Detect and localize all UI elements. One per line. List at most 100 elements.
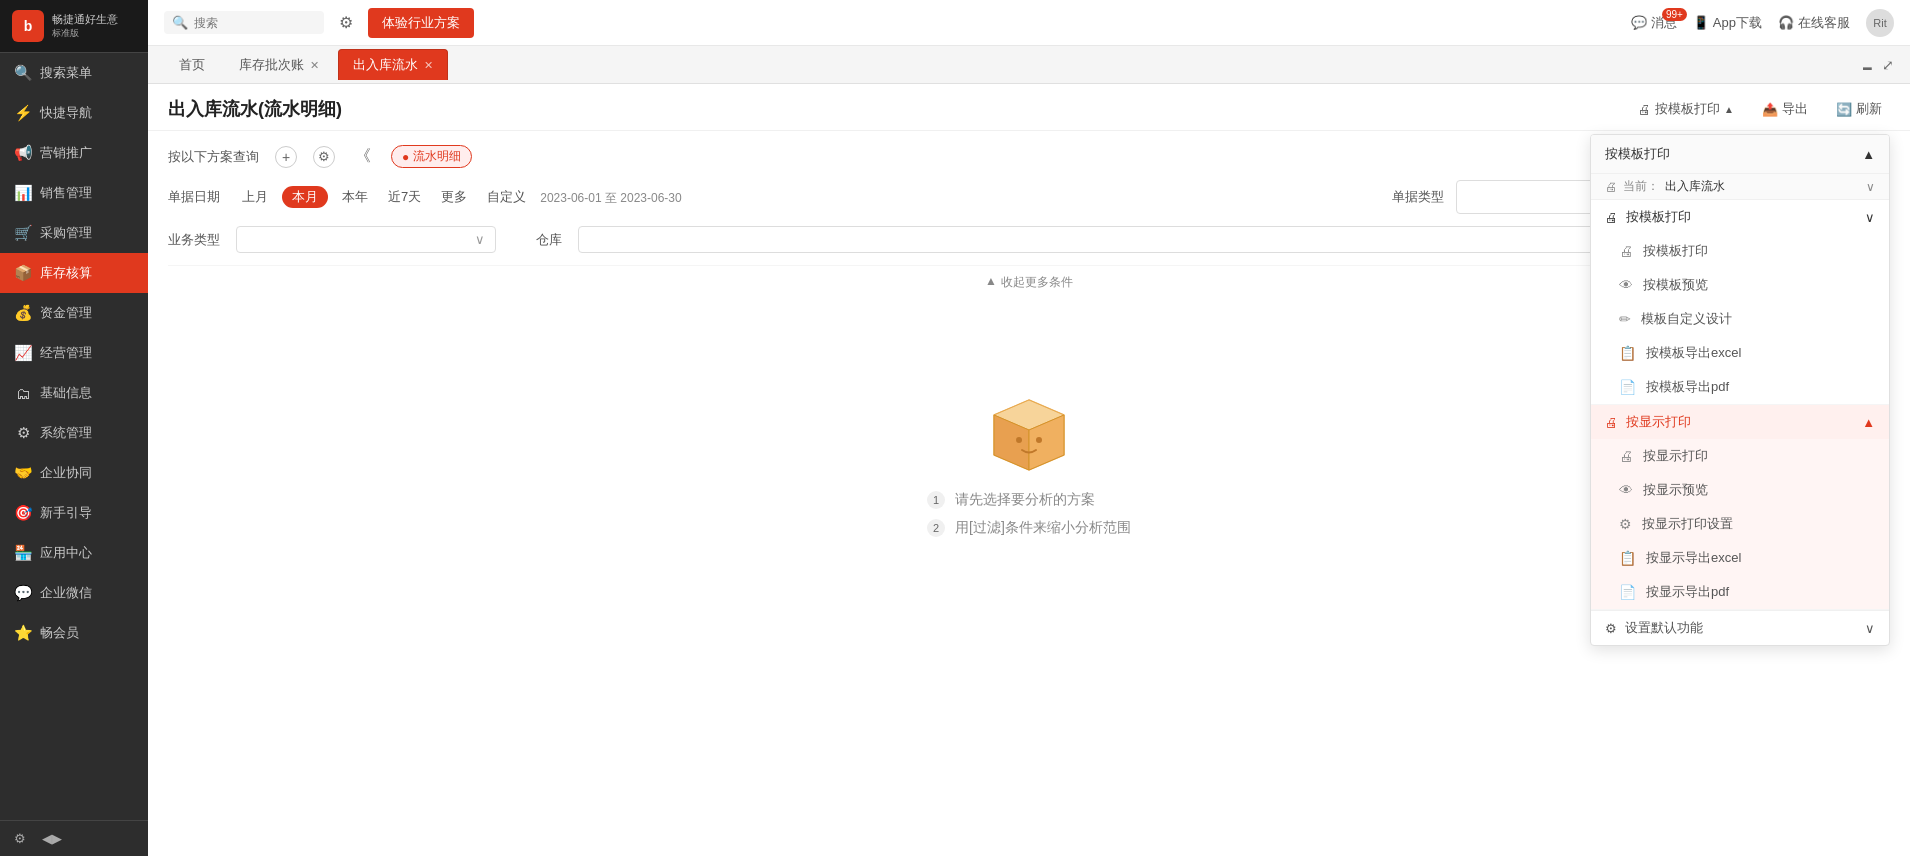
sidebar-item-guide[interactable]: 🎯 新手引导 — [0, 493, 148, 533]
dropdown-collapse-icon[interactable]: ▲ — [1862, 147, 1875, 162]
date-custom[interactable]: 自定义 — [481, 186, 532, 208]
header-gear-btn[interactable]: ⚙ — [332, 9, 360, 37]
dp-template-excel[interactable]: 📋 按模板导出excel — [1591, 336, 1889, 370]
page-actions: 🖨 按模板打印 ▲ 📤 导出 🔄 刷新 — [1630, 96, 1890, 122]
filter-tag[interactable]: ● 流水明细 — [391, 145, 472, 168]
message-icon: 💬 — [1631, 15, 1647, 30]
sidebar-item-appstore[interactable]: 🏪 应用中心 — [0, 533, 148, 573]
business-type-select[interactable]: ∨ — [236, 226, 496, 253]
sidebar-item-marketing[interactable]: 📢 营销推广 — [0, 133, 148, 173]
dp-template-print[interactable]: 🖨 按模板打印 — [1591, 234, 1889, 268]
search-icon: 🔍 — [172, 15, 188, 30]
sidebar-item-operations[interactable]: 📈 经营管理 — [0, 333, 148, 373]
header-search-box[interactable]: 🔍 — [164, 11, 324, 34]
customize-icon: ✏ — [1619, 311, 1631, 327]
warehouse-label: 仓库 — [536, 231, 562, 249]
sidebar-item-wechat[interactable]: 💬 企业微信 — [0, 573, 148, 613]
display-print-section-header[interactable]: 🖨 按显示打印 ▲ — [1591, 405, 1889, 439]
sidebar-collapse-btn[interactable]: ◀▶ — [42, 831, 62, 846]
display-print-section-icon: 🖨 — [1605, 415, 1618, 430]
date-last7[interactable]: 近7天 — [382, 186, 427, 208]
sidebar-item-finance[interactable]: 💰 资金管理 — [0, 293, 148, 333]
message-btn[interactable]: 💬 消息 99+ — [1631, 14, 1677, 32]
date-last-month[interactable]: 上月 — [236, 186, 274, 208]
step-1-num: 1 — [927, 491, 945, 509]
header-right: 💬 消息 99+ 📱 App下载 🎧 在线客服 Rit — [1631, 9, 1894, 37]
refresh-btn[interactable]: 🔄 刷新 — [1828, 96, 1890, 122]
dp-template-preview[interactable]: 👁 按模板预览 — [1591, 268, 1889, 302]
sidebar-settings-btn[interactable]: ⚙ — [14, 831, 26, 846]
display-print-section: 🖨 按显示打印 ▲ 🖨 按显示打印 👁 按显示预览 ⚙ 按显示打印设置 — [1591, 405, 1889, 610]
refresh-icon: 🔄 — [1836, 102, 1852, 117]
tab-bar-right: 🗕 ⤢ — [1860, 57, 1894, 73]
page-title: 出入库流水(流水明细) — [168, 97, 342, 121]
current-text: 当前： — [1623, 178, 1659, 195]
dp-display-print-settings[interactable]: ⚙ 按显示打印设置 — [1591, 507, 1889, 541]
guide-icon: 🎯 — [14, 504, 32, 522]
inventory-icon: 📦 — [14, 264, 32, 282]
top-header: 🔍 ⚙ 体验行业方案 💬 消息 99+ 📱 App下载 🎧 在线客服 — [148, 0, 1910, 46]
dp-template-pdf[interactable]: 📄 按模板导出pdf — [1591, 370, 1889, 404]
sidebar-item-shortcuts[interactable]: ⚡ 快捷导航 — [0, 93, 148, 133]
message-badge: 99+ — [1662, 8, 1687, 21]
sidebar-item-inventory[interactable]: 📦 库存核算 — [0, 253, 148, 293]
empty-steps: 1 请先选择要分析的方案 2 用[过滤]条件来缩小分析范围 — [927, 485, 1131, 541]
app-download-btn[interactable]: 📱 App下载 — [1693, 14, 1762, 32]
date-label: 单据日期 — [168, 188, 220, 206]
sidebar-item-basic[interactable]: 🗂 基础信息 — [0, 373, 148, 413]
sidebar-item-system[interactable]: ⚙ 系统管理 — [0, 413, 148, 453]
online-service-btn[interactable]: 🎧 在线客服 — [1778, 14, 1850, 32]
tab-batch[interactable]: 库存批次账 ✕ — [224, 49, 334, 80]
filter-collapse-left-btn[interactable]: 《 — [351, 146, 375, 167]
date-this-month[interactable]: 本月 — [282, 186, 328, 208]
date-options: 上月 本月 本年 近7天 更多 自定义 2023-06-01 至 2023-06… — [236, 186, 682, 208]
header-search-input[interactable] — [194, 16, 294, 30]
template-print-section-icon: 🖨 — [1605, 210, 1618, 225]
app-logo: b 畅捷通好生意 标准版 — [0, 0, 148, 53]
dp-display-excel[interactable]: 📋 按显示导出excel — [1591, 541, 1889, 575]
dp-display-print[interactable]: 🖨 按显示打印 — [1591, 439, 1889, 473]
dropdown-panel: 按模板打印 ▲ 🖨 当前： 出入库流水 ∨ 🖨 按模板打印 ∨ — [1590, 134, 1890, 646]
dropdown-footer[interactable]: ⚙ 设置默认功能 ∨ — [1591, 610, 1889, 645]
chevron-up-icon: ▲ — [1724, 104, 1734, 115]
date-this-year[interactable]: 本年 — [336, 186, 374, 208]
dp-display-pdf[interactable]: 📄 按显示导出pdf — [1591, 575, 1889, 609]
tab-batch-close[interactable]: ✕ — [310, 59, 319, 72]
collapse-up-icon: ▲ — [985, 274, 997, 291]
sidebar-item-member[interactable]: ⭐ 畅会员 — [0, 613, 148, 653]
tab-minimize-btn[interactable]: 🗕 — [1860, 57, 1874, 73]
dp-template-customize[interactable]: ✏ 模板自定义设计 — [1591, 302, 1889, 336]
dp-settings-icon: ⚙ — [1619, 516, 1632, 532]
member-icon: ⭐ — [14, 624, 32, 642]
template-print-section: 🖨 按模板打印 ∨ 🖨 按模板打印 👁 按模板预览 ✏ 模板自定义设计 — [1591, 200, 1889, 405]
export-icon: 📤 — [1762, 102, 1778, 117]
tab-home[interactable]: 首页 — [164, 49, 220, 80]
tab-flowdetail-close[interactable]: ✕ — [424, 59, 433, 72]
filter-add-btn[interactable]: + — [275, 146, 297, 168]
date-more[interactable]: 更多 — [435, 186, 473, 208]
template-print-section-header[interactable]: 🖨 按模板打印 ∨ — [1591, 200, 1889, 234]
sidebar-item-search[interactable]: 🔍 搜索菜单 — [0, 53, 148, 93]
dp-preview-icon: 👁 — [1619, 482, 1633, 498]
sidebar-item-sales[interactable]: 📊 销售管理 — [0, 173, 148, 213]
sidebar-item-purchase[interactable]: 🛒 采购管理 — [0, 213, 148, 253]
export-btn[interactable]: 📤 导出 — [1754, 96, 1816, 122]
finance-icon: 💰 — [14, 304, 32, 322]
tab-flowdetail[interactable]: 出入库流水 ✕ — [338, 49, 448, 80]
sidebar-item-cooperation[interactable]: 🤝 企业协同 — [0, 453, 148, 493]
filter-settings-btn[interactable]: ⚙ — [313, 146, 335, 168]
footer-settings-icon: ⚙ — [1605, 621, 1617, 636]
doc-type-label: 单据类型 — [1392, 188, 1444, 206]
user-avatar-btn[interactable]: Rit — [1866, 9, 1894, 37]
tab-maximize-btn[interactable]: ⤢ — [1882, 57, 1894, 73]
search-icon: 🔍 — [14, 64, 32, 82]
template-print-btn[interactable]: 🖨 按模板打印 ▲ — [1630, 96, 1742, 122]
current-icon: 🖨 — [1605, 180, 1617, 194]
pdf-icon: 📄 — [1619, 379, 1636, 395]
dp-display-preview[interactable]: 👁 按显示预览 — [1591, 473, 1889, 507]
lightning-icon: ⚡ — [14, 104, 32, 122]
template-section-arrow: ∨ — [1865, 210, 1875, 225]
main-area: 🔍 ⚙ 体验行业方案 💬 消息 99+ 📱 App下载 🎧 在线客服 — [148, 0, 1910, 856]
industry-btn[interactable]: 体验行业方案 — [368, 8, 474, 38]
tab-bar: 首页 库存批次账 ✕ 出入库流水 ✕ 🗕 ⤢ — [148, 46, 1910, 84]
